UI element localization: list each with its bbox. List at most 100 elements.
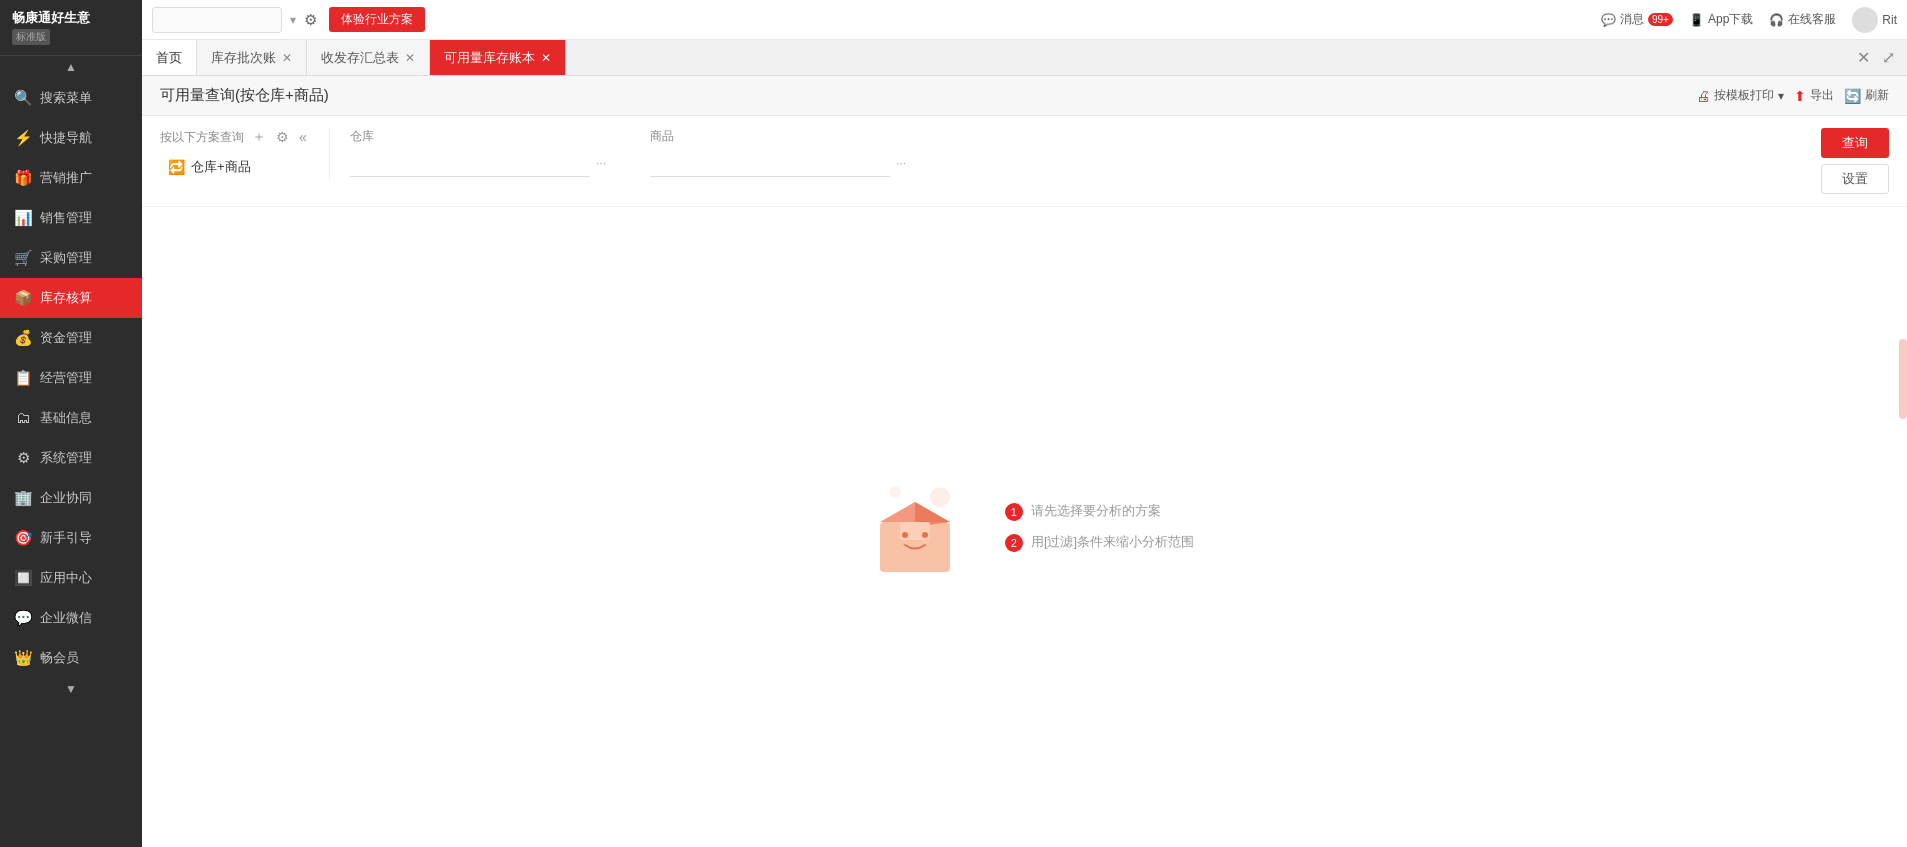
svg-point-5	[889, 486, 901, 498]
tab-summary-close[interactable]: ✕	[405, 52, 415, 64]
app-download-item[interactable]: 📱 App下载	[1689, 11, 1753, 28]
empty-illustration	[855, 467, 975, 587]
content-area: 可用量查询(按仓库+商品) 🖨 按模板打印 ▾ ⬆ 导出 🔄 刷新	[142, 76, 1907, 847]
member-icon: 👑	[14, 649, 32, 667]
product-input[interactable]	[650, 149, 890, 177]
empty-state: 1 请先选择要分析的方案 2 用[过滤]条件来缩小分析范围	[142, 207, 1907, 847]
newbie-icon: 🎯	[14, 529, 32, 547]
warehouse-more-btn[interactable]: ···	[596, 156, 606, 170]
page-header: 可用量查询(按仓库+商品) 🖨 按模板打印 ▾ ⬆ 导出 🔄 刷新	[142, 76, 1907, 116]
sidebar-item-sales[interactable]: 📊 销售管理	[0, 198, 142, 238]
tab-home-label: 首页	[156, 49, 182, 67]
scheme-warehouse-product[interactable]: 🔁 仓库+商品	[160, 154, 317, 180]
sidebar-item-basic[interactable]: 🗂 基础信息	[0, 398, 142, 438]
filter-field-product: 商品 ···	[650, 128, 930, 177]
sidebar-item-quick-nav[interactable]: ⚡ 快捷导航	[0, 118, 142, 158]
tab-batch-close[interactable]: ✕	[282, 52, 292, 64]
quick-nav-icon: ⚡	[14, 129, 32, 147]
online-service-item[interactable]: 🎧 在线客服	[1769, 11, 1836, 28]
enterprise-icon: 🏢	[14, 489, 32, 507]
export-icon: ⬆	[1794, 88, 1806, 104]
main-area: ▾ ⚙ 体验行业方案 💬 消息 99+ 📱 App下载 🎧 在线客服 Rit	[142, 0, 1907, 847]
tip-num-1: 1	[1005, 503, 1023, 521]
sidebar-item-wechat[interactable]: 💬 企业微信	[0, 598, 142, 638]
tab-batch[interactable]: 库存批次账 ✕	[197, 40, 307, 75]
message-icon: 💬	[1601, 13, 1616, 27]
add-scheme-btn[interactable]: ＋	[250, 128, 268, 146]
sidebar-item-label: 经营管理	[40, 369, 92, 387]
page-header-actions: 🖨 按模板打印 ▾ ⬆ 导出 🔄 刷新	[1696, 87, 1889, 104]
filter-scheme-header: 按以下方案查询 ＋ ⚙ «	[160, 128, 317, 146]
tip-text-2: 用[过滤]条件来缩小分析范围	[1031, 533, 1194, 551]
sidebar-item-label: 新手引导	[40, 529, 92, 547]
print-icon: 🖨	[1696, 88, 1710, 104]
scheme-icon: 🔁	[168, 159, 185, 175]
tab-close-all-btn[interactable]: ✕	[1853, 46, 1874, 69]
sidebar-item-label: 采购管理	[40, 249, 92, 267]
operations-icon: 📋	[14, 369, 32, 387]
sidebar-item-purchase[interactable]: 🛒 采购管理	[0, 238, 142, 278]
export-action[interactable]: ⬆ 导出	[1794, 87, 1834, 104]
sidebar-item-operations[interactable]: 📋 经营管理	[0, 358, 142, 398]
user-name: Rit	[1882, 13, 1897, 27]
scroll-up-btn[interactable]: ▲	[0, 56, 142, 78]
product-more-btn[interactable]: ···	[896, 156, 906, 170]
topbar-right: 💬 消息 99+ 📱 App下载 🎧 在线客服 Rit	[1601, 7, 1897, 33]
refresh-label: 刷新	[1865, 87, 1889, 104]
user-area[interactable]: Rit	[1852, 7, 1897, 33]
tab-available-close[interactable]: ✕	[541, 52, 551, 64]
svg-point-7	[922, 532, 928, 538]
message-badge: 99+	[1648, 13, 1673, 26]
product-field-label: 商品	[650, 128, 930, 145]
sidebar-item-newbie[interactable]: 🎯 新手引导	[0, 518, 142, 558]
settings-btn[interactable]: 设置	[1821, 164, 1889, 194]
tabbar: 首页 库存批次账 ✕ 收发存汇总表 ✕ 可用量库存账本 ✕ ✕ ⤢	[142, 40, 1907, 76]
right-scrollbar[interactable]	[1899, 339, 1907, 419]
manage-scheme-btn[interactable]: ⚙	[274, 129, 291, 145]
sidebar-item-enterprise[interactable]: 🏢 企业协同	[0, 478, 142, 518]
tab-restore-btn[interactable]: ⤢	[1878, 46, 1899, 69]
sidebar-item-label: 基础信息	[40, 409, 92, 427]
sidebar-item-system[interactable]: ⚙ 系统管理	[0, 438, 142, 478]
filter-scheme-label: 按以下方案查询	[160, 129, 244, 146]
empty-tip-1: 1 请先选择要分析的方案	[1005, 502, 1194, 521]
trial-btn[interactable]: 体验行业方案	[329, 7, 425, 32]
sidebar-item-search[interactable]: 🔍 搜索菜单	[0, 78, 142, 118]
sidebar-item-label: 企业微信	[40, 609, 92, 627]
filter-actions: 查询 设置	[1801, 128, 1889, 194]
sidebar-item-label: 畅会员	[40, 649, 79, 667]
sidebar-item-inventory[interactable]: 📦 库存核算	[0, 278, 142, 318]
gear-btn[interactable]: ⚙	[304, 11, 317, 29]
svg-point-6	[902, 532, 908, 538]
sidebar-item-app-center[interactable]: 🔲 应用中心	[0, 558, 142, 598]
print-action[interactable]: 🖨 按模板打印 ▾	[1696, 87, 1784, 104]
query-btn[interactable]: 查询	[1821, 128, 1889, 158]
sidebar-item-marketing[interactable]: 🎁 营销推广	[0, 158, 142, 198]
refresh-action[interactable]: 🔄 刷新	[1844, 87, 1889, 104]
product-field-row: ···	[650, 149, 930, 177]
svg-point-4	[930, 487, 950, 507]
dropdown-btn[interactable]: ▾	[290, 13, 296, 27]
export-label: 导出	[1810, 87, 1834, 104]
sidebar-item-member[interactable]: 👑 畅会员	[0, 638, 142, 678]
collapse-scheme-btn[interactable]: «	[297, 129, 309, 145]
avatar	[1852, 7, 1878, 33]
online-service-label: 在线客服	[1788, 11, 1836, 28]
warehouse-input[interactable]	[350, 149, 590, 177]
sidebar-item-finance[interactable]: 💰 资金管理	[0, 318, 142, 358]
message-item[interactable]: 💬 消息 99+	[1601, 11, 1673, 28]
tab-home[interactable]: 首页	[142, 40, 197, 75]
inventory-icon: 📦	[14, 289, 32, 307]
print-dropdown-icon: ▾	[1778, 89, 1784, 103]
tip-text-1: 请先选择要分析的方案	[1031, 502, 1161, 520]
filter-bar: 按以下方案查询 ＋ ⚙ « 🔁 仓库+商品 仓库 ···	[142, 116, 1907, 207]
search-input[interactable]	[152, 7, 282, 33]
tab-summary[interactable]: 收发存汇总表 ✕	[307, 40, 430, 75]
tab-available[interactable]: 可用量库存账本 ✕	[430, 40, 566, 75]
sidebar-item-label: 营销推广	[40, 169, 92, 187]
wechat-icon: 💬	[14, 609, 32, 627]
app-download-label: App下载	[1708, 11, 1753, 28]
search-icon: 🔍	[14, 89, 32, 107]
filter-field-warehouse: 仓库 ···	[350, 128, 630, 177]
scroll-down-btn[interactable]: ▼	[0, 678, 142, 700]
